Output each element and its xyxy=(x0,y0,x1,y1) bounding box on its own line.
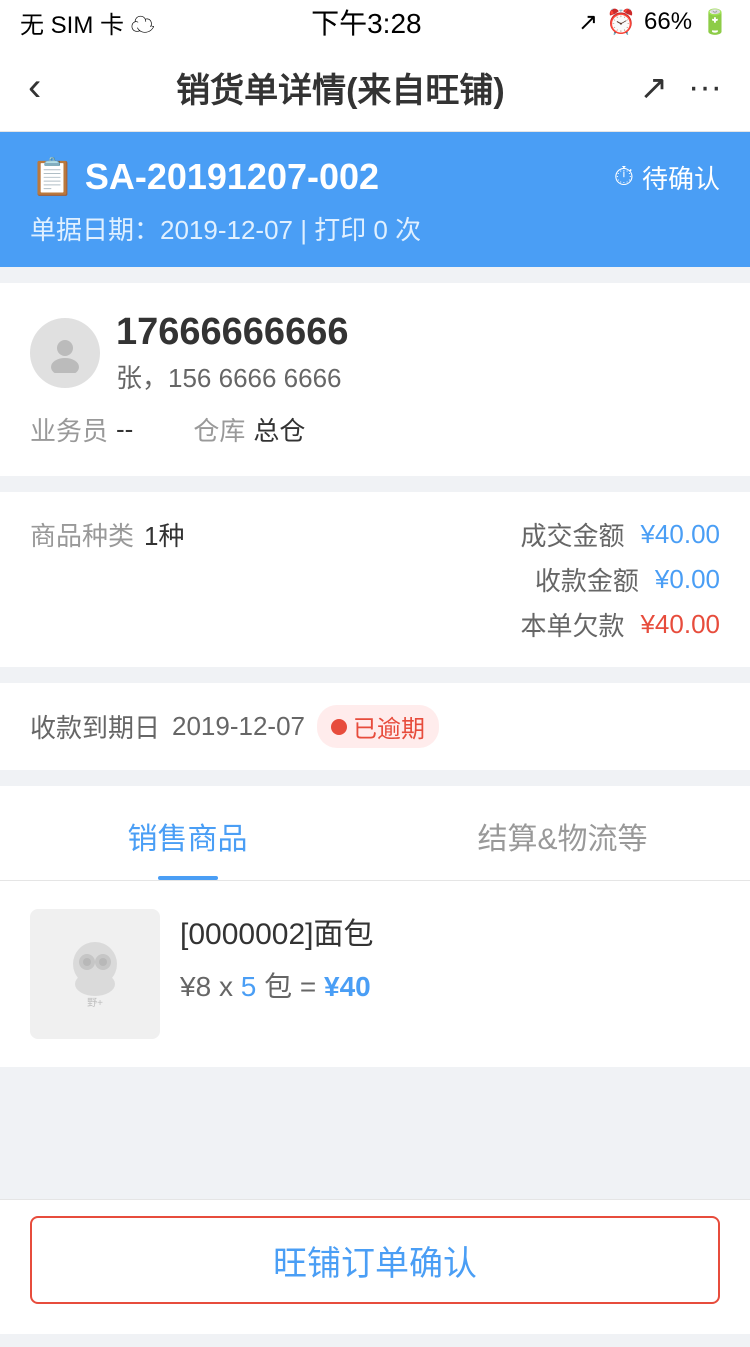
product-name: [0000002]面包 xyxy=(180,909,720,953)
status-right: ↗ ⏰ 66% 🔋 xyxy=(578,8,730,37)
customer-info: 17666666666 张，156 6666 6666 xyxy=(116,311,348,395)
amount-row-1: 收款金额 ¥0.00 xyxy=(535,561,720,598)
product-types-row: 商品种类 1种 xyxy=(30,516,184,553)
overdue-badge: 已逾期 xyxy=(317,705,439,748)
overdue-text: 已逾期 xyxy=(353,709,425,744)
sales-rep-label: 业务员 xyxy=(30,411,108,448)
confirm-button[interactable]: 旺铺订单确认 xyxy=(30,1216,720,1304)
tab-settlement[interactable]: 结算&物流等 xyxy=(375,786,750,880)
bottom-bar: 旺铺订单确认 xyxy=(0,1199,750,1334)
share-icon[interactable]: ↗ xyxy=(640,68,669,108)
customer-section: 17666666666 张，156 6666 6666 业务员 -- 仓库 总仓 xyxy=(0,283,750,476)
nav-bar: ‹ 销货单详情(来自旺铺) ↗ ··· xyxy=(0,44,750,132)
alarm-icon: ⏰ xyxy=(606,8,636,37)
summary-section: 商品种类 1种 成交金额 ¥40.00 收款金额 ¥0.00 本单欠款 ¥40.… xyxy=(0,492,750,667)
header-top: 📋 SA-20191207-002 ⏱ 待确认 xyxy=(30,156,720,198)
amount-value-2: ¥40.00 xyxy=(640,609,720,640)
warehouse-value: 总仓 xyxy=(253,411,305,448)
due-section: 收款到期日 2019-12-07 已逾期 xyxy=(0,683,750,770)
product-thumbnail: 野+ xyxy=(30,909,160,1039)
product-types-label: 商品种类 xyxy=(30,516,134,553)
tabs-section: 销售商品 结算&物流等 野+ [0000002]面包 ¥8 x 5 包 xyxy=(0,786,750,1067)
due-value: 2019-12-07 xyxy=(172,711,305,742)
amount-value-1: ¥0.00 xyxy=(655,564,720,595)
product-price: ¥8 x 5 包 = ¥40 xyxy=(180,965,720,1005)
status-badge: ⏱ 待确认 xyxy=(614,159,720,196)
customer-name: 张，156 6666 6666 xyxy=(116,358,348,395)
multiply-sign: x xyxy=(219,971,241,1002)
avatar xyxy=(30,318,100,388)
clock-icon: ⏱ xyxy=(614,161,634,193)
sales-rep: 业务员 -- xyxy=(30,411,133,448)
due-label: 收款到期日 xyxy=(30,708,160,745)
order-id: 📋 SA-20191207-002 xyxy=(30,156,379,198)
customer-meta: 业务员 -- 仓库 总仓 xyxy=(30,411,720,448)
order-header-card: 📋 SA-20191207-002 ⏱ 待确认 单据日期：2019-12-07 … xyxy=(0,132,750,267)
amount-label-2: 本单欠款 xyxy=(520,606,624,643)
product-qty: 5 xyxy=(241,971,257,1002)
sim-label: 无 SIM 卡 ☁ xyxy=(20,5,155,40)
equal-sign: = xyxy=(300,971,324,1002)
amount-row-0: 成交金额 ¥40.00 xyxy=(520,516,720,553)
summary-left: 商品种类 1种 xyxy=(30,516,184,553)
amount-row-2: 本单欠款 ¥40.00 xyxy=(520,606,720,643)
product-total: ¥40 xyxy=(324,971,371,1002)
page-title: 销货单详情(来自旺铺) xyxy=(176,63,505,112)
tabs-header: 销售商品 结算&物流等 xyxy=(0,786,750,881)
amount-label-0: 成交金额 xyxy=(520,516,624,553)
order-icon: 📋 xyxy=(30,156,75,198)
warehouse: 仓库 总仓 xyxy=(193,411,305,448)
unit-price: ¥8 xyxy=(180,971,211,1002)
product-unit: 包 xyxy=(264,971,292,1002)
warehouse-label: 仓库 xyxy=(193,411,245,448)
nav-actions: ↗ ··· xyxy=(640,68,722,108)
customer-phone: 17666666666 xyxy=(116,311,348,354)
customer-top: 17666666666 张，156 6666 6666 xyxy=(30,311,720,395)
status-bar: 无 SIM 卡 ☁ 下午3:28 ↗ ⏰ 66% 🔋 xyxy=(0,0,750,44)
amount-value-0: ¥40.00 xyxy=(640,519,720,550)
status-time: 下午3:28 xyxy=(311,2,422,42)
amount-label-1: 收款金额 xyxy=(535,561,639,598)
location-icon: ↗ xyxy=(578,8,598,37)
product-item: 野+ [0000002]面包 ¥8 x 5 包 = ¥40 xyxy=(0,881,750,1067)
battery-icon: 🔋 xyxy=(700,8,730,37)
summary-right: 成交金额 ¥40.00 收款金额 ¥0.00 本单欠款 ¥40.00 xyxy=(520,516,720,643)
back-button[interactable]: ‹ xyxy=(28,65,41,110)
status-left: 无 SIM 卡 ☁ xyxy=(20,5,155,40)
tab-products[interactable]: 销售商品 xyxy=(0,786,375,880)
more-icon[interactable]: ··· xyxy=(688,68,722,107)
svg-text:野+: 野+ xyxy=(87,997,103,1009)
product-types-value: 1种 xyxy=(144,516,184,553)
order-date: 单据日期：2019-12-07 | 打印 0 次 xyxy=(30,210,720,247)
overdue-dot-icon xyxy=(331,719,347,735)
sales-rep-value: -- xyxy=(116,414,133,445)
product-info: [0000002]面包 ¥8 x 5 包 = ¥40 xyxy=(180,909,720,1039)
battery-label: 66% xyxy=(644,8,692,36)
